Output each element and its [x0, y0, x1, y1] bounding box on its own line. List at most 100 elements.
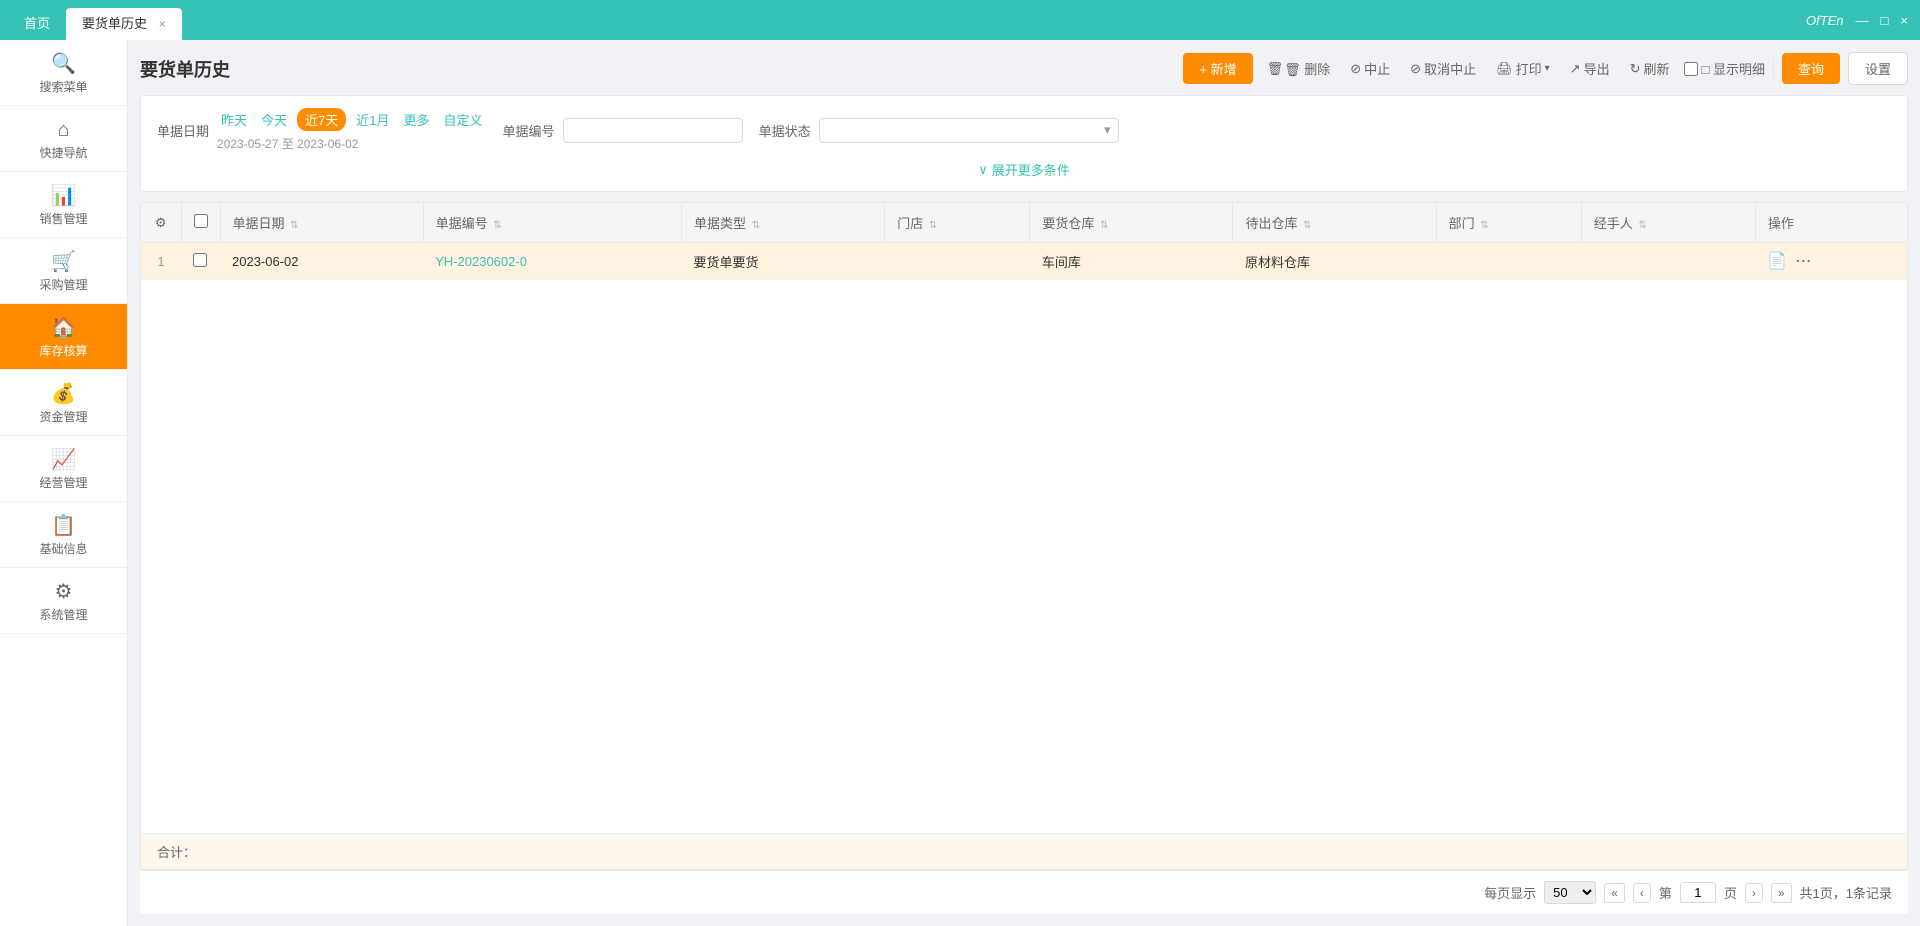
stop-icon: ⊘ — [1350, 61, 1361, 77]
window-minimize-icon[interactable]: — — [1856, 13, 1869, 28]
print-dropdown-icon[interactable]: ▾ — [1545, 63, 1550, 74]
window-close-icon[interactable]: × — [1900, 13, 1908, 28]
tab-bar: 首页 要货单历史 × — [8, 0, 182, 40]
date-shortcut-more[interactable]: 更多 — [400, 108, 434, 131]
date-shortcut-yesterday[interactable]: 昨天 — [217, 108, 251, 131]
expand-more-btn[interactable]: ∨ 展开更多条件 — [157, 160, 1891, 179]
per-page-label: 每页显示 — [1484, 883, 1536, 902]
top-nav: 首页 要货单历史 × OfTEn — □ × — [0, 0, 1920, 40]
checkbox-column-header — [181, 203, 220, 243]
select-all-checkbox[interactable] — [194, 214, 208, 228]
filter-row: 单据日期 昨天 今天 近7天 近1月 更多 自定义 2023-05-27 至 2… — [157, 108, 1891, 152]
delete-button[interactable]: 🗑 🗑 删除 — [1261, 55, 1337, 82]
handler-column-header[interactable]: 经手人 ⇅ — [1581, 203, 1755, 243]
status-filter-label: 单据状态 — [759, 121, 811, 140]
row-checkbox[interactable] — [193, 253, 207, 267]
row-store-cell — [885, 243, 1030, 280]
sidebar-item-search[interactable]: 🔍 搜索菜单 — [0, 40, 127, 106]
docno-filter-label: 单据编号 — [503, 121, 555, 140]
tab-close-icon[interactable]: × — [159, 17, 166, 31]
refresh-icon: ↻ — [1630, 61, 1641, 77]
date-filter-group: 单据日期 昨天 今天 近7天 近1月 更多 自定义 2023-05-27 至 2… — [157, 108, 487, 152]
data-table: ⚙ 单据日期 ⇅ 单据编号 ⇅ 单据类型 — [141, 203, 1907, 280]
money-icon: 💰 — [51, 384, 76, 404]
page-num-input[interactable] — [1680, 882, 1716, 903]
refresh-button[interactable]: ↻ 刷新 — [1624, 55, 1676, 82]
row-handler-cell — [1581, 243, 1755, 280]
date-sort-icon: ⇅ — [290, 220, 298, 231]
date-column-header[interactable]: 单据日期 ⇅ — [220, 203, 423, 243]
sidebar-item-label: 经营管理 — [39, 474, 87, 491]
row-reqwarehouse-cell: 车间库 — [1030, 243, 1233, 280]
tab-purchase-history[interactable]: 要货单历史 × — [66, 8, 182, 40]
warehouse-icon: 🏠 — [51, 318, 76, 338]
list-icon: 📋 — [51, 516, 76, 536]
sidebar-item-sales[interactable]: 📊 销售管理 — [0, 172, 127, 238]
store-sort-icon: ⇅ — [929, 220, 937, 231]
sidebar-item-basic[interactable]: 📋 基础信息 — [0, 502, 127, 568]
status-filter-select[interactable] — [819, 118, 1119, 143]
date-shortcut-1month[interactable]: 近1月 — [352, 108, 393, 131]
export-button[interactable]: ↗ 导出 — [1564, 55, 1616, 82]
page-first-btn[interactable]: « — [1604, 883, 1625, 903]
export-icon: ↗ — [1570, 61, 1581, 77]
tab-home[interactable]: 首页 — [8, 8, 66, 40]
row-docno-cell[interactable]: YH-20230602-0 — [423, 243, 681, 280]
cancel-stop-button[interactable]: ⊘ 取消中止 — [1404, 55, 1482, 82]
display-detail-checkbox[interactable] — [1684, 62, 1698, 76]
sidebar-item-label: 搜索菜单 — [39, 78, 87, 95]
page-label: 第 — [1659, 883, 1672, 902]
date-shortcut-today[interactable]: 今天 — [257, 108, 291, 131]
sidebar-item-nav[interactable]: ⌂ 快捷导航 — [0, 106, 127, 172]
table-empty-space — [141, 280, 1907, 833]
chart-icon: 📊 — [51, 186, 76, 206]
docno-filter-group: 单据编号 — [503, 118, 743, 143]
row-more-icon[interactable]: ⋯ — [1795, 251, 1811, 271]
table-row[interactable]: 1 2023-06-02 YH-20230602-0 要货单要货 车间库 原材料… — [141, 243, 1907, 280]
table-body: 1 2023-06-02 YH-20230602-0 要货单要货 车间库 原材料… — [141, 243, 1907, 280]
row-edit-icon[interactable]: 📄 — [1767, 251, 1787, 271]
window-maximize-icon[interactable]: □ — [1881, 13, 1889, 28]
doctype-column-header[interactable]: 单据类型 ⇅ — [682, 203, 885, 243]
sidebar-item-purchase[interactable]: 🛒 采购管理 — [0, 238, 127, 304]
date-shortcuts-row: 昨天 今天 近7天 近1月 更多 自定义 — [217, 108, 487, 131]
total-label: 合计： — [157, 845, 196, 860]
sidebar-item-finance[interactable]: 💰 资金管理 — [0, 370, 127, 436]
docno-column-header[interactable]: 单据编号 ⇅ — [423, 203, 681, 243]
sidebar-item-inventory[interactable]: 🏠 库存核算 — [0, 304, 127, 370]
date-shortcut-7days[interactable]: 近7天 — [297, 108, 346, 131]
row-num-cell: 1 — [141, 243, 181, 280]
display-detail-toggle[interactable]: □ 显示明细 — [1684, 59, 1765, 78]
top-nav-right: OfTEn — □ × — [1806, 13, 1920, 28]
pendingwarehouse-column-header[interactable]: 待出仓库 ⇅ — [1233, 203, 1436, 243]
row-doctype-cell: 要货单要货 — [682, 243, 885, 280]
docno-link[interactable]: YH-20230602-0 — [435, 254, 527, 269]
store-column-header[interactable]: 门店 ⇅ — [885, 203, 1030, 243]
page-last-btn[interactable]: » — [1771, 883, 1792, 903]
row-date-cell: 2023-06-02 — [220, 243, 423, 280]
settings-button[interactable]: 设置 — [1848, 52, 1908, 85]
page-next-btn[interactable]: › — [1745, 883, 1763, 903]
page-prev-btn[interactable]: ‹ — [1633, 883, 1651, 903]
date-shortcut-custom[interactable]: 自定义 — [440, 108, 487, 131]
sidebar-item-label: 系统管理 — [39, 606, 87, 623]
query-button[interactable]: 查询 — [1782, 53, 1840, 84]
date-filter-label: 单据日期 — [157, 121, 209, 140]
sidebar-item-management[interactable]: 📈 经营管理 — [0, 436, 127, 502]
per-page-select[interactable]: 50 100 200 — [1544, 881, 1596, 904]
pagination: 每页显示 50 100 200 « ‹ 第 页 › » 共1页，1条记录 — [140, 870, 1908, 914]
reqwarehouse-column-header[interactable]: 要货仓库 ⇅ — [1030, 203, 1233, 243]
main-layout: 🔍 搜索菜单 ⌂ 快捷导航 📊 销售管理 🛒 采购管理 🏠 库存核算 💰 资金管… — [0, 40, 1920, 926]
department-column-header[interactable]: 部门 ⇅ — [1436, 203, 1581, 243]
docno-filter-input[interactable] — [563, 118, 743, 143]
row-action-cell: 📄 ⋯ — [1755, 243, 1907, 280]
sidebar-item-system[interactable]: ⚙ 系统管理 — [0, 568, 127, 634]
stop-button[interactable]: ⊘ 中止 — [1344, 55, 1396, 82]
sidebar-item-label: 库存核算 — [39, 342, 87, 359]
expand-icon: ∨ — [978, 162, 988, 178]
settings-column-header[interactable]: ⚙ — [141, 203, 181, 243]
docno-sort-icon: ⇅ — [493, 220, 501, 231]
print-button[interactable]: 🖨 打印 ▾ — [1490, 55, 1556, 82]
status-filter-group: 单据状态 — [759, 118, 1119, 143]
new-button[interactable]: + 新增 — [1183, 53, 1252, 84]
